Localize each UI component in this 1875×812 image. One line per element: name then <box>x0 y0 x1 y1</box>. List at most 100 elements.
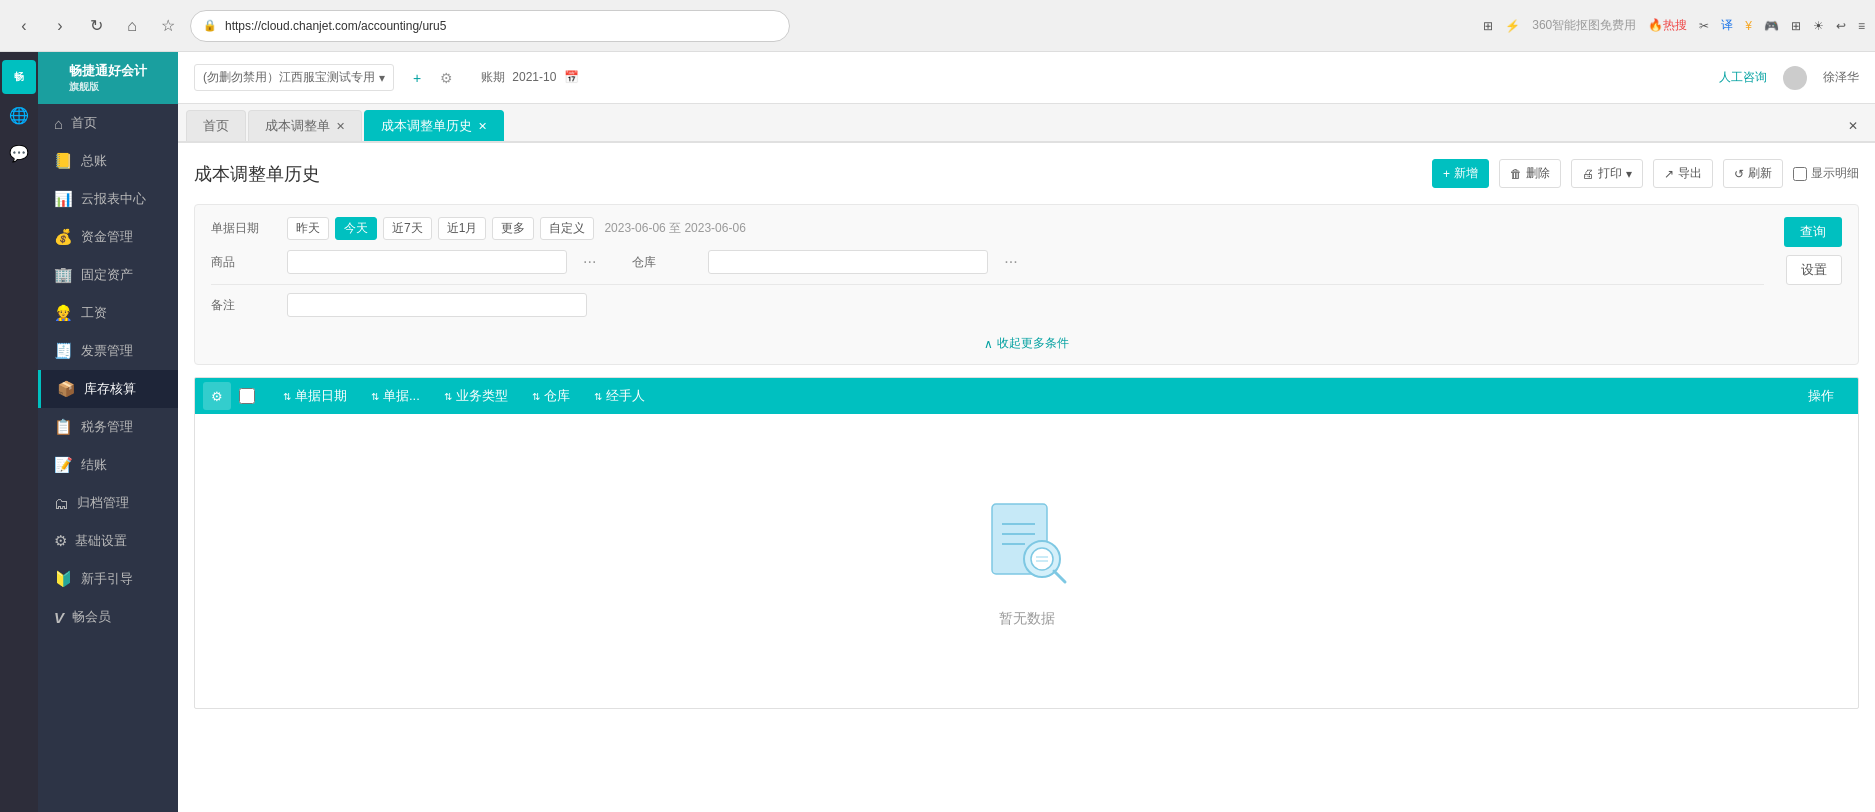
sidebar-item-payroll[interactable]: 👷 工资 <box>38 294 178 332</box>
export-icon: ↗ <box>1664 167 1674 181</box>
home-button[interactable]: ⌂ <box>118 12 146 40</box>
sidebar-item-invoice[interactable]: 🧾 发票管理 <box>38 332 178 370</box>
print-button[interactable]: 🖨 打印 ▾ <box>1571 159 1643 188</box>
sidebar-item-inventory[interactable]: 📦 库存核算 <box>38 370 178 408</box>
game-icon[interactable]: 🎮 <box>1764 19 1779 33</box>
table-col-date[interactable]: ⇅ 单据日期 <box>271 378 359 414</box>
sidebar-label-archive: 归档管理 <box>77 494 129 512</box>
service-button[interactable]: 人工咨询 <box>1719 69 1767 86</box>
sidebar-item-reports[interactable]: 📊 云报表中心 <box>38 180 178 218</box>
url-bar[interactable]: 🔒 https://cloud.chanjet.com/accounting/u… <box>190 10 790 42</box>
show-cols-toggle[interactable]: 显示明细 <box>1793 165 1859 182</box>
delete-button[interactable]: 🗑 删除 <box>1499 159 1561 188</box>
lightning-icon[interactable]: ⚡ <box>1505 19 1520 33</box>
sidebar-item-close[interactable]: 📝 结账 <box>38 446 178 484</box>
filter-row-remark: 备注 <box>211 293 1764 317</box>
scissors-icon[interactable]: ✂ <box>1699 19 1709 33</box>
date-btn-yesterday[interactable]: 昨天 <box>287 217 329 240</box>
sidebar-item-assets[interactable]: 🏢 固定资产 <box>38 256 178 294</box>
product-input[interactable] <box>287 250 567 274</box>
undo-icon[interactable]: ↩ <box>1836 19 1846 33</box>
forward-button[interactable]: › <box>46 12 74 40</box>
col-date-label: 单据日期 <box>295 387 347 405</box>
company-selector[interactable]: (勿删勿禁用）江西服宝测试专用 ▾ <box>194 64 394 91</box>
apps-icon[interactable]: ⊞ <box>1791 19 1801 33</box>
sidebar-label-guide: 新手引导 <box>81 570 133 588</box>
icon-sidebar-msg[interactable]: 💬 <box>2 136 36 170</box>
tab-cost-adjust-history[interactable]: 成本调整单历史 ✕ <box>364 110 504 141</box>
date-btn-7days[interactable]: 近7天 <box>383 217 432 240</box>
tab-cost-adjust-close[interactable]: ✕ <box>336 120 345 133</box>
refresh-button[interactable]: ↻ <box>82 12 110 40</box>
tab-cost-adjust-history-close[interactable]: ✕ <box>478 120 487 133</box>
product-dots[interactable]: ··· <box>583 253 596 271</box>
sidebar-item-guide[interactable]: 🔰 新手引导 <box>38 560 178 598</box>
print-dropdown-icon: ▾ <box>1626 167 1632 181</box>
sidebar-item-home[interactable]: ⌂ 首页 <box>38 104 178 142</box>
col-docno-label: 单据... <box>383 387 420 405</box>
filter-settings-button[interactable]: 设置 <box>1786 255 1842 285</box>
query-button[interactable]: 查询 <box>1784 217 1842 247</box>
date-filter-label: 单据日期 <box>211 220 271 237</box>
sidebar-item-settings[interactable]: ⚙ 基础设置 <box>38 522 178 560</box>
warehouse-dots[interactable]: ··· <box>1004 253 1017 271</box>
date-btn-more[interactable]: 更多 <box>492 217 534 240</box>
tab-cost-adjust[interactable]: 成本调整单 ✕ <box>248 110 362 141</box>
browser-extra-tools: ⊞ ⚡ 360智能抠图免费用 🔥热搜 ✂ 译 ¥ 🎮 ⊞ ☀ ↩ ≡ <box>1483 17 1865 34</box>
settings-icon-topbar[interactable]: ⚙ <box>440 70 453 86</box>
period-info: 账期 2021-10 📅 <box>481 69 579 86</box>
new-button[interactable]: + 新增 <box>1432 159 1489 188</box>
remark-filter-label: 备注 <box>211 297 271 314</box>
icon-sidebar-logo[interactable]: 畅 <box>2 60 36 94</box>
grid-icon[interactable]: ⊞ <box>1483 19 1493 33</box>
export-button[interactable]: ↗ 导出 <box>1653 159 1713 188</box>
date-btn-custom[interactable]: 自定义 <box>540 217 594 240</box>
product-filter-label: 商品 <box>211 254 271 271</box>
table-col-action: 操作 <box>1808 387 1850 405</box>
tab-home[interactable]: 首页 <box>186 110 246 141</box>
sidebar-item-ledger[interactable]: 📒 总账 <box>38 142 178 180</box>
inventory-icon: 📦 <box>57 380 76 398</box>
collapse-button[interactable]: ∧ 收起更多条件 <box>211 335 1842 352</box>
table-select-all-checkbox[interactable] <box>239 388 255 404</box>
date-shortcuts: 昨天 今天 近7天 近1月 更多 自定义 2023-06-06 至 2023-0… <box>287 217 746 240</box>
refresh-button[interactable]: ↺ 刷新 <box>1723 159 1783 188</box>
brightness-icon[interactable]: ☀ <box>1813 19 1824 33</box>
sidebar-item-funds[interactable]: 💰 资金管理 <box>38 218 178 256</box>
top-bar-right: 人工咨询 徐泽华 <box>1719 66 1859 90</box>
period-label: 账期 <box>481 70 505 84</box>
refresh-icon: ↺ <box>1734 167 1744 181</box>
sidebar-label-vip: 畅会员 <box>72 608 111 626</box>
remark-input[interactable] <box>287 293 587 317</box>
icon-sidebar-weibo[interactable]: 🌐 <box>2 98 36 132</box>
sort-icon-handler: ⇅ <box>594 391 602 402</box>
table-col-biztype[interactable]: ⇅ 业务类型 <box>432 378 520 414</box>
sidebar-item-tax[interactable]: 📋 税务管理 <box>38 408 178 446</box>
sidebar-item-archive[interactable]: 🗂 归档管理 <box>38 484 178 522</box>
close-all-tabs-button[interactable]: ✕ <box>1839 112 1867 140</box>
col-biztype-label: 业务类型 <box>456 387 508 405</box>
table-col-handler[interactable]: ⇅ 经手人 <box>582 378 657 414</box>
sidebar-label-payroll: 工资 <box>81 304 107 322</box>
translate-icon[interactable]: 译 <box>1721 17 1733 34</box>
table-col-docno[interactable]: ⇅ 单据... <box>359 378 432 414</box>
sidebar-item-vip[interactable]: V 畅会员 <box>38 598 178 636</box>
table-gear-button[interactable]: ⚙ <box>203 382 231 410</box>
assets-icon: 🏢 <box>54 266 73 284</box>
calendar-icon[interactable]: 📅 <box>564 70 579 84</box>
back-button[interactable]: ‹ <box>10 12 38 40</box>
yuan-icon[interactable]: ¥ <box>1745 19 1752 33</box>
hot-search-label[interactable]: 🔥热搜 <box>1648 17 1687 34</box>
date-btn-1month[interactable]: 近1月 <box>438 217 487 240</box>
add-company-button[interactable]: + <box>406 67 428 89</box>
table-col-warehouse[interactable]: ⇅ 仓库 <box>520 378 582 414</box>
show-cols-checkbox[interactable] <box>1793 167 1807 181</box>
star-button[interactable]: ☆ <box>154 12 182 40</box>
warehouse-input[interactable] <box>708 250 988 274</box>
main-content: (勿删勿禁用）江西服宝测试专用 ▾ + ⚙ 账期 2021-10 📅 人工咨询 … <box>178 52 1875 812</box>
date-btn-today[interactable]: 今天 <box>335 217 377 240</box>
delete-icon: 🗑 <box>1510 167 1522 181</box>
close-books-icon: 📝 <box>54 456 73 474</box>
print-label: 打印 <box>1598 165 1622 182</box>
menu-icon[interactable]: ≡ <box>1858 19 1865 33</box>
